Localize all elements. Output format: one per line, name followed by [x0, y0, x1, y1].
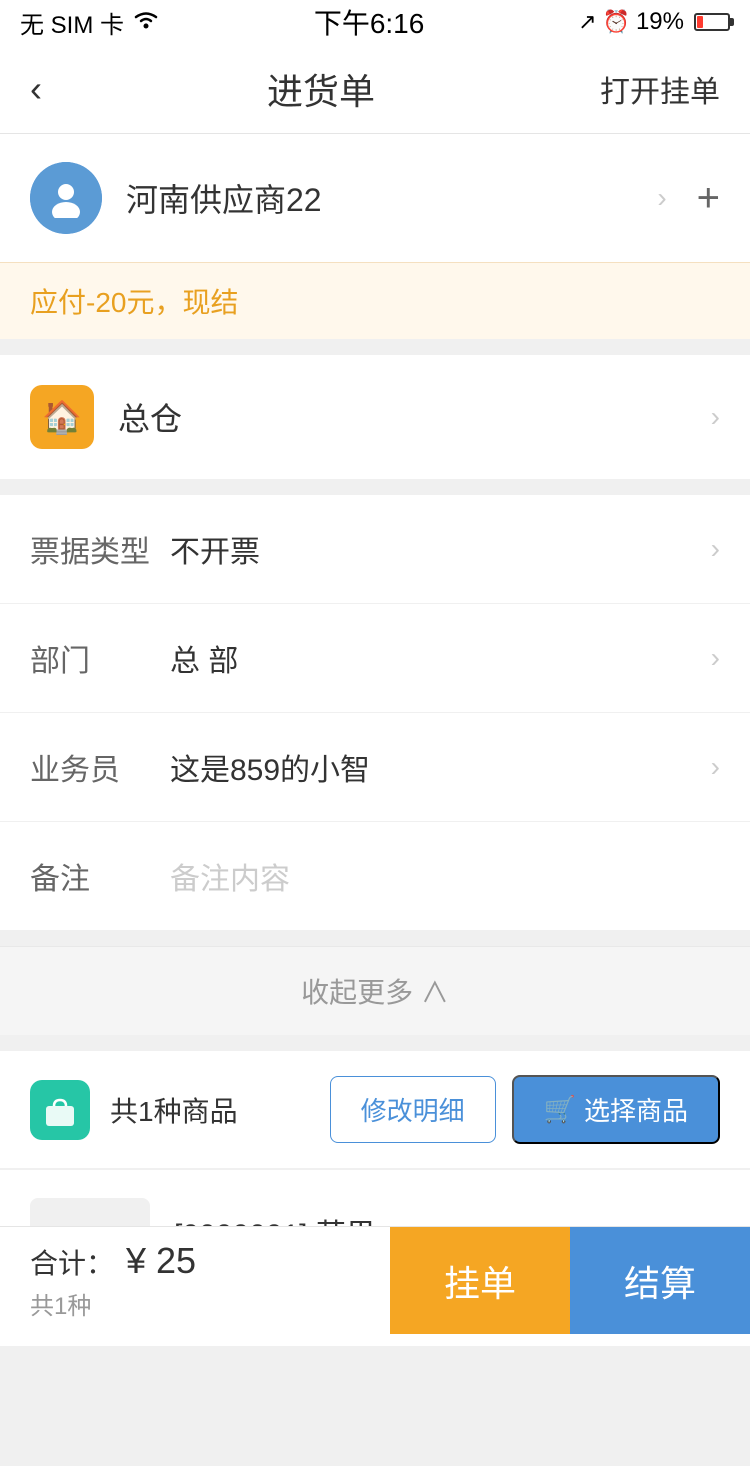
salesperson-chevron-icon: ›	[711, 751, 720, 783]
wifi-icon	[132, 8, 160, 36]
invoice-type-value: 不开票	[170, 527, 711, 571]
payment-info-banner: 应付-20元，现结	[0, 262, 750, 339]
total-sub: 共1种	[30, 1286, 360, 1321]
warehouse-icon: 🏠	[42, 398, 82, 436]
form-section: 票据类型 不开票 › 部门 总 部 › 业务员 这是859的小智 › 备注 备注…	[0, 495, 750, 930]
supplier-section: 河南供应商22 › + 应付-20元，现结	[0, 134, 750, 339]
bottom-bar: 合计： ¥ 25 共1种 挂单 结算	[0, 1226, 750, 1334]
open-suspend-button[interactable]: 打开挂单	[600, 67, 720, 111]
supplier-chevron-icon: ›	[657, 182, 666, 214]
salesperson-value: 这是859的小智	[170, 745, 711, 789]
salesperson-label: 业务员	[30, 745, 170, 789]
status-bar-left: 无 SIM 卡	[20, 5, 160, 40]
remark-label: 备注	[30, 854, 170, 898]
salesperson-row[interactable]: 业务员 这是859的小智 ›	[0, 713, 750, 822]
battery-percent: 19%	[636, 8, 684, 36]
back-button[interactable]: ‹	[30, 68, 42, 110]
person-icon	[46, 178, 86, 218]
warehouse-name: 总仓	[118, 394, 711, 440]
battery-icon	[694, 13, 730, 31]
warehouse-chevron-icon: ›	[711, 401, 720, 433]
product-count-text: 共1种商品	[110, 1090, 330, 1130]
select-cart-icon: 🛒	[544, 1094, 576, 1125]
collapse-bar[interactable]: 收起更多 ∧	[0, 946, 750, 1035]
cart-bag-icon	[42, 1092, 78, 1128]
add-button[interactable]: +	[697, 176, 720, 221]
invoice-chevron-icon: ›	[711, 533, 720, 565]
nav-bar: ‹ 进货单 打开挂单	[0, 44, 750, 134]
location-icon: ↗	[578, 9, 596, 35]
edit-detail-button[interactable]: 修改明细	[330, 1076, 496, 1143]
suspend-button[interactable]: 挂单	[390, 1227, 570, 1334]
bottom-total: 合计： ¥ 25 共1种	[0, 1227, 390, 1334]
remark-row[interactable]: 备注 备注内容	[0, 822, 750, 930]
status-bar-right: ↗ ⏰ 19%	[578, 8, 730, 36]
invoice-type-label: 票据类型	[30, 527, 170, 571]
remark-input[interactable]: 备注内容	[170, 854, 720, 898]
select-product-button[interactable]: 🛒 选择商品	[512, 1075, 720, 1144]
alarm-icon: ⏰	[603, 9, 630, 35]
page-title: 进货单	[267, 63, 375, 115]
department-label: 部门	[30, 636, 170, 680]
status-bar: 无 SIM 卡 下午6:16 ↗ ⏰ 19%	[0, 0, 750, 44]
department-value: 总 部	[170, 636, 711, 680]
supplier-row[interactable]: 河南供应商22 › +	[0, 134, 750, 262]
supplier-name: 河南供应商22	[126, 175, 657, 221]
warehouse-icon-wrap: 🏠	[30, 385, 94, 449]
carrier-text: 无 SIM 卡	[20, 5, 124, 40]
settle-button[interactable]: 结算	[570, 1227, 750, 1334]
product-count-icon-wrap	[30, 1080, 90, 1140]
status-bar-time: 下午6:16	[314, 2, 425, 42]
product-header: 共1种商品 修改明细 🛒 选择商品	[0, 1051, 750, 1168]
supplier-avatar	[30, 162, 102, 234]
total-amount: ¥ 25	[126, 1240, 196, 1282]
invoice-type-row[interactable]: 票据类型 不开票 ›	[0, 495, 750, 604]
department-row[interactable]: 部门 总 部 ›	[0, 604, 750, 713]
total-label: 合计：	[30, 1242, 114, 1282]
warehouse-row[interactable]: 🏠 总仓 ›	[0, 355, 750, 479]
department-chevron-icon: ›	[711, 642, 720, 674]
